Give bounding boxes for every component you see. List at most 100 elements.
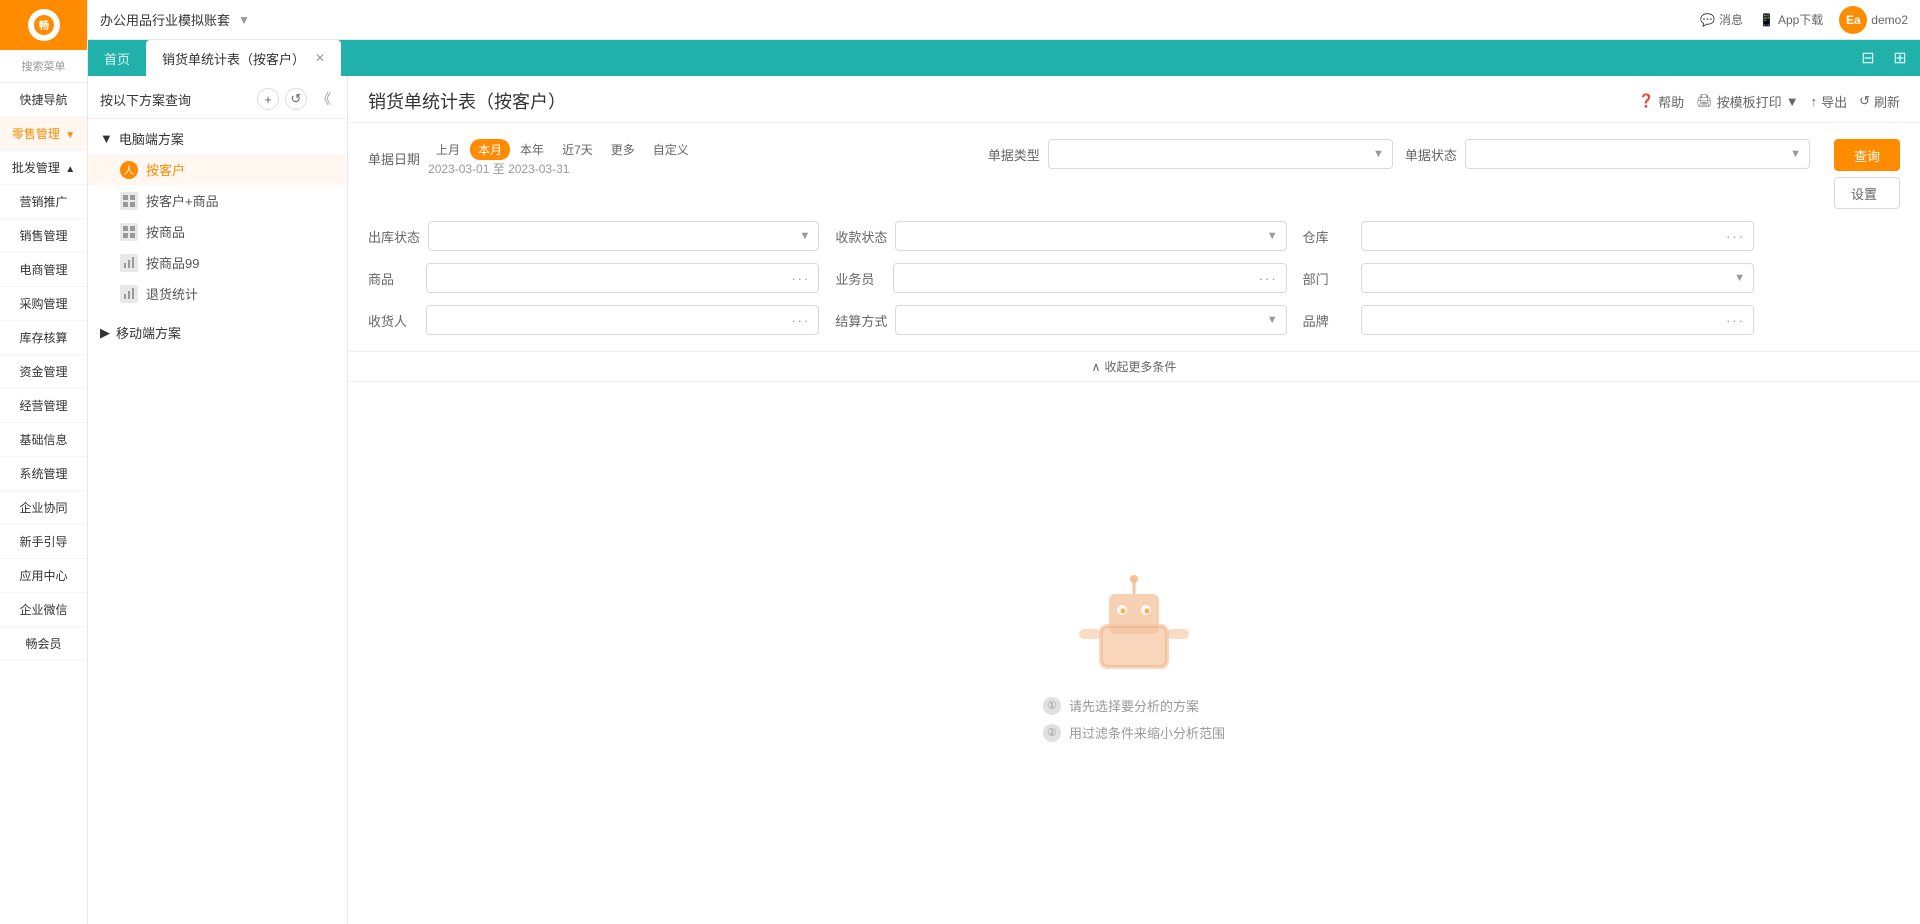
doc-status-label: 单据状态 [1405,145,1457,164]
message-btn[interactable]: 💬 消息 [1700,11,1743,28]
sidebar: 畅 搜索菜单 快捷导航 零售管理 ▼ 批发管理 ▲ 营销推广 销售管理 电商管理… [0,0,88,924]
date-tab-this-year[interactable]: 本年 [512,139,552,160]
logo-icon: 畅 [28,9,60,41]
sidebar-item-purchase[interactable]: 采购管理 [0,287,87,321]
out-status-item: 出库状态 ▼ [368,221,819,251]
date-tab-more[interactable]: 更多 [603,139,643,160]
scheme-item-by-customer-product[interactable]: 按客户+商品 [88,185,347,216]
tab-home[interactable]: 首页 [88,40,146,76]
scheme-item-return-stats-label: 退货统计 [146,284,198,303]
recipient-control[interactable]: ··· [426,305,819,335]
date-tab-this-month[interactable]: 本月 [470,139,510,160]
sidebar-item-marketing[interactable]: 营销推广 [0,185,87,219]
scheme-panel: 按以下方案查询 + ↺ 《 ▼ 电脑端方案 人 按客户 [88,76,348,924]
payment-status-control[interactable]: ▼ [895,221,1286,251]
doc-type-label: 单据类型 [988,145,1040,164]
brand-control[interactable]: ··· [1361,305,1754,335]
salesperson-label: 业务员 [835,269,885,288]
sidebar-item-inventory[interactable]: 库存核算 [0,321,87,355]
header-left: 办公用品行业模拟账套 ▼ [100,10,250,29]
sidebar-item-wholesale[interactable]: 批发管理 ▲ [0,151,87,185]
refresh-btn[interactable]: ↺ 刷新 [1859,92,1900,111]
scheme-group-desktop-label: 电脑端方案 [119,129,184,148]
app-download-btn[interactable]: 📱 App下载 [1759,11,1823,28]
filter-btn-group: 查询 设置 [1834,139,1900,209]
help-btn[interactable]: ❓ 帮助 [1638,92,1684,111]
tab-sales-stats[interactable]: 销货单统计表（按客户） ✕ [146,40,341,76]
scheme-item-by-customer[interactable]: 人 按客户 [88,154,347,185]
date-tab-last-7days[interactable]: 近7天 [554,139,601,160]
collapse-more-btn[interactable]: ∧ 收起更多条件 [348,352,1920,382]
date-tab-custom[interactable]: 自定义 [645,139,697,160]
print-icon: 🖨 [1696,93,1713,109]
tabs-actions: ⊟ ⊞ [1856,46,1920,70]
sidebar-item-basic[interactable]: 基础信息 [0,423,87,457]
scheme-item-by-product[interactable]: 按商品 [88,216,347,247]
page-title-actions: ❓ 帮助 🖨 按模板打印 ▼ ↑ 导出 ↺ 刷新 [1638,92,1900,111]
settlement-control[interactable]: ▼ [895,305,1286,335]
doc-type-control[interactable]: ▼ [1048,139,1393,169]
date-label: 单据日期 [368,149,420,168]
out-status-label: 出库状态 [368,227,420,246]
sidebar-item-sales[interactable]: 销售管理 [0,219,87,253]
scheme-item-by-customer-product-icon [120,192,138,210]
sidebar-item-retail[interactable]: 零售管理 ▼ [0,117,87,151]
header-right: 💬 消息 📱 App下载 Ea demo2 [1700,6,1908,34]
out-status-control[interactable]: ▼ [428,221,819,251]
sidebar-item-wechat[interactable]: 企业微信 [0,593,87,627]
warehouse-control[interactable]: ··· [1361,221,1754,251]
scheme-item-by-customer-label: 按客户 [146,160,185,179]
scheme-item-by-product-label: 按商品 [146,222,185,241]
sidebar-item-finance[interactable]: 资金管理 [0,355,87,389]
user-avatar[interactable]: Ea demo2 [1839,6,1908,34]
query-button[interactable]: 查询 [1834,139,1900,171]
scheme-item-by-customer-icon: 人 [120,161,138,179]
scheme-group-desktop-header[interactable]: ▼ 电脑端方案 [88,123,347,154]
scheme-item-return-stats-icon [120,285,138,303]
scheme-panel-title: 按以下方案查询 [100,90,191,109]
doc-type-arrow-icon: ▼ [1373,148,1384,160]
brand-dots: ··· [1726,313,1745,328]
main-area: 办公用品行业模拟账套 ▼ 💬 消息 📱 App下载 Ea demo2 首页 [88,0,1920,924]
tip-num-1: ① [1043,697,1061,715]
sidebar-item-appcenter[interactable]: 应用中心 [0,559,87,593]
sidebar-item-enterprise[interactable]: 企业协同 [0,491,87,525]
page-title-bar: 销货单统计表（按客户） ❓ 帮助 🖨 按模板打印 ▼ ↑ 导出 [348,76,1920,123]
sidebar-item-system[interactable]: 系统管理 [0,457,87,491]
date-filter-control: 上月 本月 本年 近7天 更多 自定义 2023-03-01 至 2023-03… [428,139,976,177]
sidebar-item-newuser[interactable]: 新手引导 [0,525,87,559]
mobile-collapse-arrow-icon: ▶ [100,325,110,341]
sidebar-item-quicknav[interactable]: 快捷导航 [0,83,87,117]
scheme-group-mobile-header[interactable]: ▶ 移动端方案 [88,317,347,348]
tab-minimize-btn[interactable]: ⊟ [1856,46,1880,70]
warehouse-item: 仓库 ··· [1303,221,1754,251]
tab-close-icon[interactable]: ✕ [315,51,325,65]
sidebar-search[interactable]: 搜索菜单 [0,50,87,83]
empty-tip-2: ② 用过滤条件来缩小分析范围 [1043,723,1225,742]
tab-maximize-btn[interactable]: ⊞ [1888,46,1912,70]
header-dropdown-btn[interactable]: ▼ [238,13,250,27]
print-btn[interactable]: 🖨 按模板打印 ▼ [1696,92,1798,111]
scheme-add-btn[interactable]: + [257,88,279,110]
empty-tip-1: ① 请先选择要分析的方案 [1043,696,1225,715]
scheme-refresh-btn[interactable]: ↺ [285,88,307,110]
sidebar-item-member[interactable]: 畅会员 [0,627,87,661]
scheme-item-by-product-99[interactable]: 按商品99 [88,247,347,278]
department-control[interactable]: ▼ [1361,263,1754,293]
print-dropdown-arrow-icon: ▼ [1786,94,1799,109]
product-control[interactable]: ··· [426,263,819,293]
date-tab-last-month[interactable]: 上月 [428,139,468,160]
export-btn[interactable]: ↑ 导出 [1811,92,1848,111]
date-range-text: 2023-03-01 至 2023-03-31 [428,160,976,177]
doc-status-control[interactable]: ▼ [1465,139,1810,169]
payment-status-arrow-icon: ▼ [1267,230,1278,242]
sidebar-item-operations[interactable]: 经营管理 [0,389,87,423]
recipient-label: 收货人 [368,311,418,330]
settings-button[interactable]: 设置 [1834,177,1900,209]
scheme-collapse-btn[interactable]: 《 [313,88,335,110]
department-label: 部门 [1303,269,1353,288]
scheme-item-return-stats[interactable]: 退货统计 [88,278,347,309]
salesperson-control[interactable]: ··· [893,263,1286,293]
sidebar-item-ecommerce[interactable]: 电商管理 [0,253,87,287]
department-arrow-icon: ▼ [1734,272,1745,284]
